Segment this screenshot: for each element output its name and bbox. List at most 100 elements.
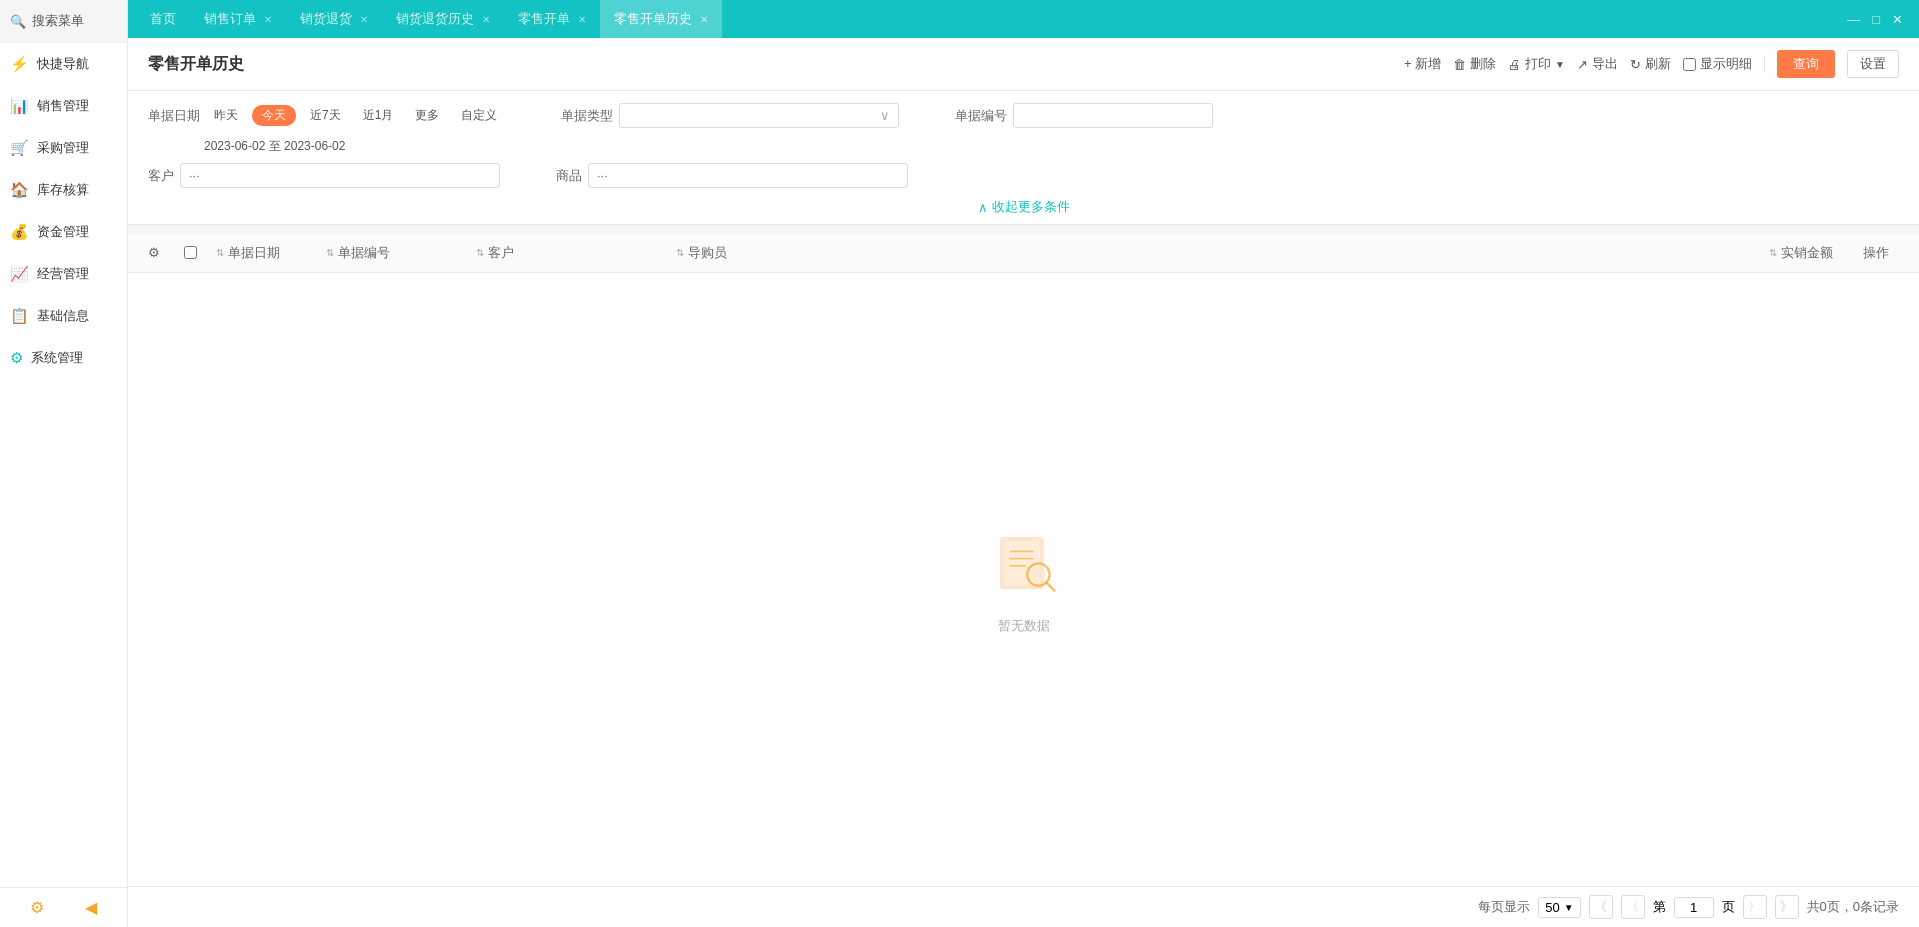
sidebar-item-inventory[interactable]: 🏠 库存核算 [0,169,127,211]
page-header: 零售开单历史 + 新增 🗑 删除 🖨 打印 ▼ ↗ 导出 ↻ [128,38,1919,91]
tab-sales-order[interactable]: 销售订单✕ [190,0,286,38]
th-customer[interactable]: ⇅ 客户 [468,244,668,262]
th-date[interactable]: ⇅ 单据日期 [208,244,318,262]
toolbar: + 新增 🗑 删除 🖨 打印 ▼ ↗ 导出 ↻ 刷新 [1404,50,1899,78]
tab-retail-open[interactable]: 零售开单 ✕ [504,0,600,38]
collapse-filter-btn[interactable]: ∧ 收起更多条件 [148,198,1899,216]
num-filter: 单据编号 [955,103,1213,128]
th-settings[interactable]: ⚙ [136,245,172,260]
page-total: 共0页，0条记录 [1807,898,1899,916]
num-filter-input[interactable] [1013,103,1213,128]
customer-filter: 客户 [148,163,500,188]
add-button[interactable]: + 新增 [1404,55,1441,73]
date-btn-yesterday[interactable]: 昨天 [206,105,246,126]
th-num[interactable]: ⇅ 单据编号 [318,244,468,262]
date-btn-today[interactable]: 今天 [252,105,296,126]
query-button[interactable]: 查询 [1777,50,1835,78]
th-amount[interactable]: ⇅ 实销金额 [768,244,1841,262]
sidebar-item-label: 资金管理 [37,223,89,241]
export-icon: ↗ [1577,57,1588,72]
type-select[interactable]: ∨ [619,103,899,128]
sidebar-search-label: 搜索菜单 [32,12,84,30]
sys-mgmt-icon: ⚙ [10,349,23,367]
page-label: 第 [1653,898,1666,916]
print-dropdown-icon: ▼ [1555,59,1565,70]
export-button[interactable]: ↗ 导出 [1577,55,1618,73]
num-filter-label: 单据编号 [955,107,1007,125]
empty-text: 暂无数据 [998,617,1050,635]
tab-label: 首页 [150,10,176,28]
th-checkbox[interactable] [172,246,208,259]
goods-filter-label: 商品 [556,167,582,185]
last-page-btn[interactable]: 》 [1775,895,1799,919]
th-guide[interactable]: ⇅ 导购员 [668,244,768,262]
tab-close-icon[interactable]: ✕ [360,14,368,25]
per-page-select[interactable]: 50 ▼ [1538,897,1580,918]
minimize-btn[interactable]: — [1847,12,1860,27]
close-btn[interactable]: ✕ [1892,12,1903,27]
tab-sales-return[interactable]: 销货退货✕ [286,0,382,38]
sidebar: 🔍 搜索菜单 ⚡ 快捷导航📊 销售管理🛒 采购管理🏠 库存核算💰 资金管理📈 经… [0,0,128,927]
display-toggle[interactable]: 显示明细 [1683,55,1752,73]
tab-sales-return-history[interactable]: 销货退货历史 ✕ [382,0,504,38]
per-page-label: 每页显示 [1478,898,1530,916]
finance-icon: 💰 [10,223,29,241]
sidebar-item-label: 系统管理 [31,349,83,367]
sidebar-search[interactable]: 🔍 搜索菜单 [0,0,127,43]
page-input[interactable] [1674,897,1714,918]
date-filter-label: 单据日期 [148,107,200,125]
window-controls: — □ ✕ [1847,12,1911,27]
delete-button[interactable]: 🗑 删除 [1453,55,1496,73]
sidebar-item-quick-nav[interactable]: ⚡ 快捷导航 [0,43,127,85]
sidebar-item-finance[interactable]: 💰 资金管理 [0,211,127,253]
sort-icon: ⇅ [326,247,334,258]
tab-close-icon[interactable]: ✕ [700,14,708,25]
sidebar-item-purchase-mgmt[interactable]: 🛒 采购管理 [0,127,127,169]
filter-row-1: 单据日期 昨天 今天 近7天 近1月 更多 自定义 单据类型 ∨ [148,103,1899,128]
table-area: ⚙ ⇅ 单据日期 ⇅ 单据编号 ⇅ 客户 ⇅ [128,233,1919,927]
first-page-btn[interactable]: 《 [1589,895,1613,919]
display-toggle-checkbox[interactable] [1683,58,1696,71]
toolbar-divider [1764,55,1765,73]
tabs-bar: 首页销售订单✕销货退货✕销货退货历史✕零售开单✕零售开单历史✕ — □ ✕ [128,0,1919,38]
tab-label: 销货退货历史 [396,10,474,28]
date-btn-more[interactable]: 更多 [407,105,447,126]
tab-close-icon[interactable]: ✕ [482,14,490,25]
select-all-checkbox[interactable] [184,246,197,259]
tab-retail-open-history[interactable]: 零售开单历史✕ [600,0,722,38]
customer-filter-input[interactable] [180,163,500,188]
goods-filter-input[interactable] [588,163,908,188]
prev-page-btn[interactable]: 〈 [1621,895,1645,919]
sidebar-item-operations[interactable]: 📈 经营管理 [0,253,127,295]
maximize-btn[interactable]: □ [1872,12,1880,27]
date-btn-7days[interactable]: 近7天 [302,105,349,126]
type-filter-label: 单据类型 [561,107,613,125]
next-page-btn[interactable]: 〉 [1743,895,1767,919]
sort-icon: ⇅ [1769,247,1777,258]
print-button[interactable]: 🖨 打印 ▼ [1508,55,1565,73]
type-filter: 单据类型 ∨ [561,103,899,128]
tab-label: 零售开单 [518,10,570,28]
settings-icon[interactable]: ⚙ [30,898,44,917]
tab-home[interactable]: 首页 [136,0,190,38]
sidebar-item-basic-info[interactable]: 📋 基础信息 [0,295,127,337]
refresh-button[interactable]: ↻ 刷新 [1630,55,1671,73]
date-btn-custom[interactable]: 自定义 [453,105,505,126]
search-icon: 🔍 [10,14,26,29]
date-btn-1month[interactable]: 近1月 [355,105,402,126]
per-page-value: 50 [1545,900,1559,915]
sidebar-item-sales-mgmt[interactable]: 📊 销售管理 [0,85,127,127]
sort-icon: ⇅ [676,247,684,258]
per-page-dropdown-icon: ▼ [1564,902,1574,913]
sidebar-item-sys-mgmt[interactable]: ⚙ 系统管理 [0,337,127,379]
sidebar-item-label: 采购管理 [37,139,89,157]
tab-close-icon[interactable]: ✕ [578,14,586,25]
sidebar-item-label: 库存核算 [37,181,89,199]
sidebar-item-label: 快捷导航 [37,55,89,73]
table-header: ⚙ ⇅ 单据日期 ⇅ 单据编号 ⇅ 客户 ⇅ [128,233,1919,273]
date-range-select: 昨天 今天 近7天 近1月 更多 自定义 [206,105,505,126]
settings-button[interactable]: 设置 [1847,50,1899,78]
filter-row-2: 客户 商品 [148,163,1899,188]
collapse-sidebar-icon[interactable]: ◀ [85,898,97,917]
tab-close-icon[interactable]: ✕ [264,14,272,25]
